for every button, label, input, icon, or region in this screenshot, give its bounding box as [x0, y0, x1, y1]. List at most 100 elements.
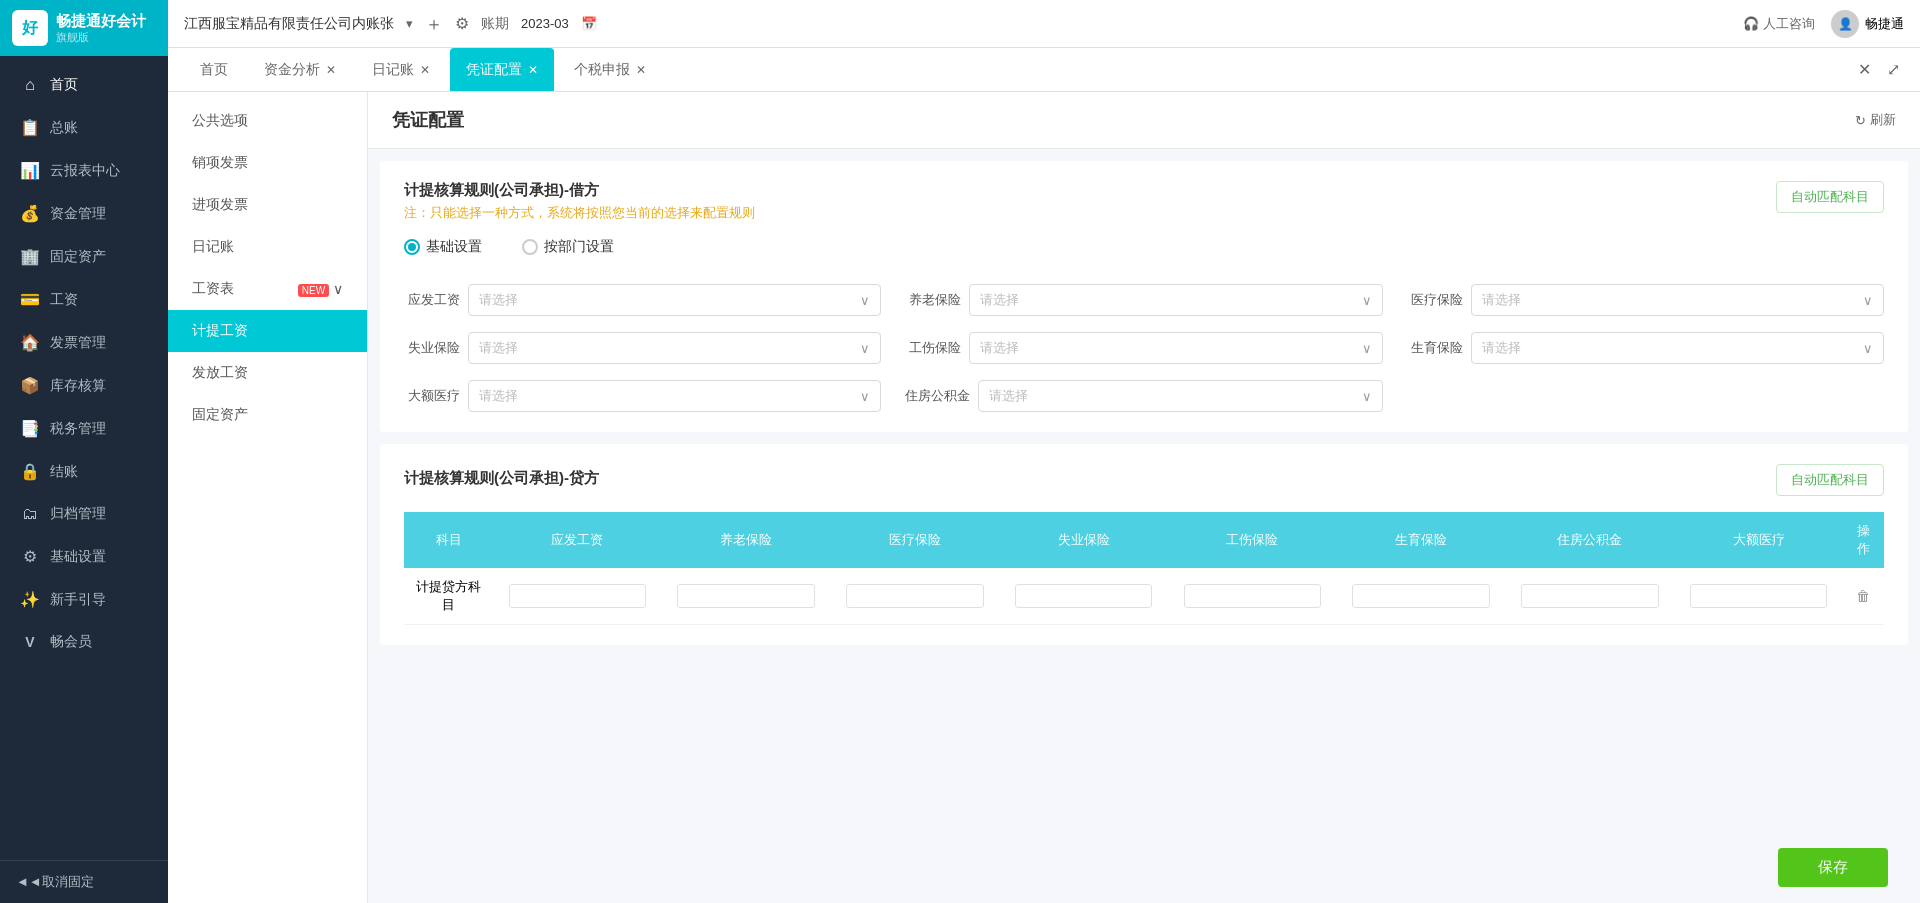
radio-dept-label: 按部门设置 [544, 238, 614, 256]
home-icon: ⌂ [20, 76, 40, 94]
chevron-down-icon: ∨ [860, 293, 870, 308]
chevron-down-icon: ∨ [1362, 389, 1372, 404]
settings-icon: ⚙ [20, 547, 40, 566]
page-header: 凭证配置 ↻ 刷新 [368, 92, 1920, 149]
sidebar-item-home[interactable]: ⌂ 首页 [0, 64, 168, 106]
sidebar-item-invoice[interactable]: 🏠 发票管理 [0, 321, 168, 364]
settings-gear-icon[interactable]: ⚙ [455, 14, 469, 33]
chevron-down-icon: ∨ [1863, 341, 1873, 356]
input-医疗保险[interactable] [846, 584, 983, 608]
select-医疗保险[interactable]: 请选择 ∨ [1471, 284, 1884, 316]
left-menu-journal[interactable]: 日记账 [168, 226, 367, 268]
label-养老保险: 养老保险 [905, 291, 961, 309]
input-养老保险[interactable] [677, 584, 814, 608]
label-住房公积金: 住房公积金 [905, 387, 970, 405]
close-tab-button[interactable]: ✕ [1854, 56, 1875, 83]
sidebar-item-funds[interactable]: 💰 资金管理 [0, 192, 168, 235]
sidebar-item-archive[interactable]: 🗂 归档管理 [0, 493, 168, 535]
radio-dept[interactable]: 按部门设置 [522, 238, 614, 256]
left-menu-pay-salary[interactable]: 发放工资 [168, 352, 367, 394]
sidebar-item-reports[interactable]: 📊 云报表中心 [0, 149, 168, 192]
left-menu-calc-salary[interactable]: 计提工资 [168, 310, 367, 352]
save-button[interactable]: 保存 [1778, 848, 1888, 887]
sidebar-item-member[interactable]: V 畅会员 [0, 621, 168, 663]
select-养老保险[interactable]: 请选择 ∨ [969, 284, 1382, 316]
tab-tax-close[interactable]: ✕ [636, 63, 646, 77]
field-医疗保险: 医疗保险 请选择 ∨ [1407, 284, 1884, 316]
sidebar-item-ledger[interactable]: 📋 总账 [0, 106, 168, 149]
left-menu-fixed-assets[interactable]: 固定资产 [168, 394, 367, 436]
left-menu-salary-table[interactable]: 工资表 NEW ∨ [168, 268, 367, 310]
logo-sub: 旗舰版 [56, 30, 146, 45]
service-button[interactable]: 🎧 人工咨询 [1743, 15, 1815, 33]
th-应发工资: 应发工资 [493, 512, 662, 568]
select-应发工资-placeholder: 请选择 [479, 291, 518, 309]
input-大额医疗[interactable] [1690, 584, 1827, 608]
salary-icon: 💳 [20, 290, 40, 309]
refresh-button[interactable]: ↻ 刷新 [1855, 111, 1896, 129]
credit-title: 计提核算规则(公司承担)-贷方 [404, 469, 599, 488]
sidebar-label-salary: 工资 [50, 291, 78, 309]
debit-auto-match-button[interactable]: 自动匹配科目 [1776, 181, 1884, 213]
select-住房公积金[interactable]: 请选择 ∨ [978, 380, 1382, 412]
cell-失业保险 [999, 568, 1168, 625]
delete-row-icon[interactable]: 🗑 [1856, 588, 1870, 604]
credit-auto-match-button[interactable]: 自动匹配科目 [1776, 464, 1884, 496]
tab-voucher[interactable]: 凭证配置 ✕ [450, 48, 554, 91]
cell-医疗保险 [831, 568, 1000, 625]
tab-voucher-close[interactable]: ✕ [528, 63, 538, 77]
input-工伤保险[interactable] [1184, 584, 1321, 608]
input-应发工资[interactable] [509, 584, 646, 608]
left-menu-public[interactable]: 公共选项 [168, 100, 367, 142]
table-row: 计提贷方科目 🗑 [404, 568, 1884, 625]
debit-section: 计提核算规则(公司承担)-借方 注：只能选择一种方式，系统将按照您当前的选择来配… [380, 161, 1908, 432]
sidebar-label-assets: 固定资产 [50, 248, 106, 266]
maximize-tab-button[interactable]: ⤢ [1883, 56, 1904, 83]
tab-tax[interactable]: 个税申报 ✕ [558, 48, 662, 91]
closing-icon: 🔒 [20, 462, 40, 481]
company-dropdown-icon[interactable]: ▾ [406, 16, 413, 31]
input-失业保险[interactable] [1015, 584, 1152, 608]
main-area: 江西服宝精品有限责任公司内账张 ▾ ＋ ⚙ 账期 2023-03 📅 🎧 人工咨… [168, 0, 1920, 903]
credit-table: 科目 应发工资 养老保险 医疗保险 失业保险 工伤保险 生育保险 住房公积金 大… [404, 512, 1884, 625]
select-应发工资[interactable]: 请选择 ∨ [468, 284, 881, 316]
radio-basic-circle [404, 239, 420, 255]
tab-journal-close[interactable]: ✕ [420, 63, 430, 77]
tab-journal[interactable]: 日记账 ✕ [356, 48, 446, 91]
tab-funds[interactable]: 资金分析 ✕ [248, 48, 352, 91]
chevron-down-icon: ∨ [1362, 341, 1372, 356]
select-失业保险[interactable]: 请选择 ∨ [468, 332, 881, 364]
select-失业保险-placeholder: 请选择 [479, 339, 518, 357]
add-company-icon[interactable]: ＋ [425, 12, 443, 36]
sidebar-item-settings[interactable]: ⚙ 基础设置 [0, 535, 168, 578]
tab-funds-close[interactable]: ✕ [326, 63, 336, 77]
chevron-down-icon: ∨ [1362, 293, 1372, 308]
sidebar-item-inventory[interactable]: 📦 库存核算 [0, 364, 168, 407]
service-label: 人工咨询 [1763, 15, 1815, 33]
chevron-down-icon: ∨ [1863, 293, 1873, 308]
user-menu[interactable]: 👤 畅捷通 [1831, 10, 1904, 38]
th-生育保险: 生育保险 [1337, 512, 1506, 568]
select-生育保险[interactable]: 请选择 ∨ [1471, 332, 1884, 364]
field-应发工资: 应发工资 请选择 ∨ [404, 284, 881, 316]
sidebar-item-tax[interactable]: 📑 税务管理 [0, 407, 168, 450]
left-menu-sales[interactable]: 销项发票 [168, 142, 367, 184]
credit-section: 计提核算规则(公司承担)-贷方 自动匹配科目 科目 应发工资 养老保险 医疗保险… [380, 444, 1908, 645]
tab-home[interactable]: 首页 [184, 48, 244, 91]
topbar: 江西服宝精品有限责任公司内账张 ▾ ＋ ⚙ 账期 2023-03 📅 🎧 人工咨… [168, 0, 1920, 48]
input-住房公积金[interactable] [1521, 584, 1658, 608]
input-生育保险[interactable] [1352, 584, 1489, 608]
select-大额医疗[interactable]: 请选择 ∨ [468, 380, 881, 412]
select-工伤保险[interactable]: 请选择 ∨ [969, 332, 1382, 364]
sidebar-item-closing[interactable]: 🔒 结账 [0, 450, 168, 493]
sidebar-item-assets[interactable]: 🏢 固定资产 [0, 235, 168, 278]
cell-养老保险 [662, 568, 831, 625]
calendar-icon[interactable]: 📅 [581, 16, 597, 31]
sidebar-item-guide[interactable]: ✨ 新手引导 [0, 578, 168, 621]
cell-住房公积金 [1505, 568, 1674, 625]
radio-basic[interactable]: 基础设置 [404, 238, 482, 256]
unpin-button[interactable]: ◄◄取消固定 [0, 860, 168, 903]
sidebar-item-salary[interactable]: 💳 工资 [0, 278, 168, 321]
left-menu-purchase[interactable]: 进项发票 [168, 184, 367, 226]
tab-journal-label: 日记账 [372, 61, 414, 79]
